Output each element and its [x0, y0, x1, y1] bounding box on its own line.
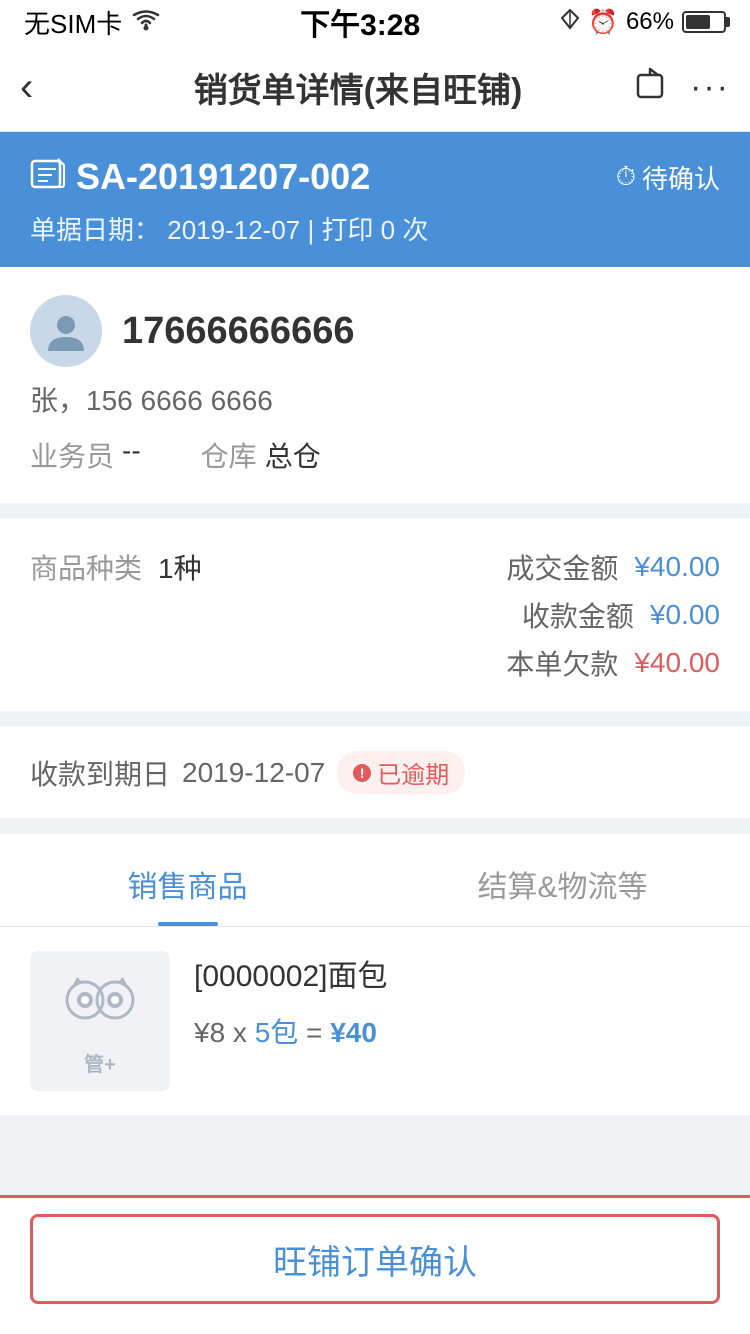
- stats-left: 商品种类 1种: [30, 547, 506, 587]
- overdue-text: 已逾期: [377, 755, 449, 790]
- tabs-bar: 销售商品 结算&物流等: [0, 834, 750, 927]
- battery-text: 66%: [626, 8, 674, 36]
- page-title: 销货单详情(来自旺铺): [80, 63, 636, 112]
- customer-phone: 17666666666: [122, 310, 354, 353]
- order-id: SA-20191207-002: [30, 156, 370, 198]
- owed-value: ¥40.00: [634, 647, 720, 679]
- stats-right: 成交金额 ¥40.00 收款金额 ¥0.00 本单欠款 ¥40.00: [506, 547, 720, 683]
- more-button[interactable]: ···: [690, 68, 730, 107]
- back-icon: ‹: [20, 65, 33, 110]
- order-number: SA-20191207-002: [76, 156, 370, 198]
- confirm-order-button[interactable]: 旺铺订单确认: [30, 1214, 720, 1304]
- nav-actions: ···: [636, 67, 730, 109]
- order-status: ⏱ 待确认: [616, 159, 720, 196]
- due-date: 2019-12-07: [182, 757, 325, 789]
- warehouse-meta: 仓库 总仓: [201, 435, 321, 475]
- amount-row: 成交金额 ¥40.00: [506, 547, 720, 587]
- product-type-label: 商品种类: [30, 547, 142, 587]
- alarm-icon: ⏰: [588, 8, 618, 37]
- customer-avatar: [30, 295, 102, 367]
- product-type-value: 1种: [158, 547, 202, 587]
- tab-settlement[interactable]: 结算&物流等: [375, 834, 750, 926]
- price-text: ¥8 x: [194, 1017, 255, 1048]
- sales-label: 业务员: [30, 435, 114, 475]
- tabs-section: 销售商品 结算&物流等: [0, 834, 750, 1115]
- status-clock-icon: ⏱: [616, 161, 636, 193]
- status-bar: 无SIM卡 下午3:28 ⏰ 66%: [0, 0, 750, 44]
- equals-text: =: [298, 1017, 330, 1048]
- owed-label: 本单欠款: [506, 643, 618, 683]
- customer-name: 张，156 6666 6666: [30, 379, 720, 419]
- status-left: 无SIM卡: [24, 4, 160, 41]
- product-details: [0000002]面包 ¥8 x 5包 = ¥40: [194, 951, 720, 1051]
- location-icon: [560, 8, 580, 37]
- due-section: 收款到期日 2019-12-07 ! 已逾期: [0, 727, 750, 818]
- carrier-text: 无SIM卡: [24, 4, 122, 41]
- tab-sales-goods[interactable]: 销售商品: [0, 834, 375, 926]
- customer-meta: 业务员 -- 仓库 总仓: [30, 435, 720, 475]
- owed-row: 本单欠款 ¥40.00: [506, 643, 720, 683]
- sales-meta: 业务员 --: [30, 435, 141, 475]
- nav-bar: ‹ 销货单详情(来自旺铺) ···: [0, 44, 750, 132]
- sales-value: --: [122, 435, 141, 475]
- warehouse-value: 总仓: [265, 435, 321, 475]
- product-thumbnail-icon: [55, 965, 145, 1044]
- wifi-icon: [132, 7, 160, 38]
- product-qty: 5包: [255, 1017, 299, 1048]
- status-time: 下午3:28: [300, 0, 420, 44]
- brand-plus: 管+: [84, 1048, 116, 1077]
- back-button[interactable]: ‹: [20, 65, 80, 110]
- order-date: 单据日期： 2019-12-07 | 打印 0 次: [30, 210, 720, 247]
- product-price: ¥8 x 5包 = ¥40: [194, 1011, 720, 1051]
- warehouse-label: 仓库: [201, 435, 257, 475]
- received-row: 收款金额 ¥0.00: [522, 595, 720, 635]
- battery-icon: [682, 11, 726, 33]
- overdue-badge: ! 已逾期: [337, 751, 465, 794]
- order-id-icon: [30, 156, 66, 198]
- amount-value: ¥40.00: [634, 551, 720, 583]
- amount-label: 成交金额: [506, 547, 618, 587]
- due-label: 收款到期日: [30, 753, 170, 793]
- stats-section: 商品种类 1种 成交金额 ¥40.00 收款金额 ¥0.00 本单欠款 ¥40.…: [0, 519, 750, 711]
- product-name: [0000002]面包: [194, 951, 720, 995]
- product-item: 管+ [0000002]面包 ¥8 x 5包 = ¥40: [0, 927, 750, 1115]
- overdue-dot-icon: !: [353, 764, 371, 782]
- status-text: 待确认: [642, 159, 720, 196]
- customer-section: 17666666666 张，156 6666 6666 业务员 -- 仓库 总仓: [0, 267, 750, 503]
- bottom-bar: 旺铺订单确认: [0, 1195, 750, 1334]
- share-button[interactable]: [636, 67, 670, 109]
- order-header: SA-20191207-002 ⏱ 待确认 单据日期： 2019-12-07 |…: [0, 132, 750, 267]
- product-image: 管+: [30, 951, 170, 1091]
- status-right: ⏰ 66%: [560, 8, 726, 37]
- received-label: 收款金额: [522, 595, 634, 635]
- product-total: ¥40: [330, 1017, 377, 1048]
- received-value: ¥0.00: [650, 599, 720, 631]
